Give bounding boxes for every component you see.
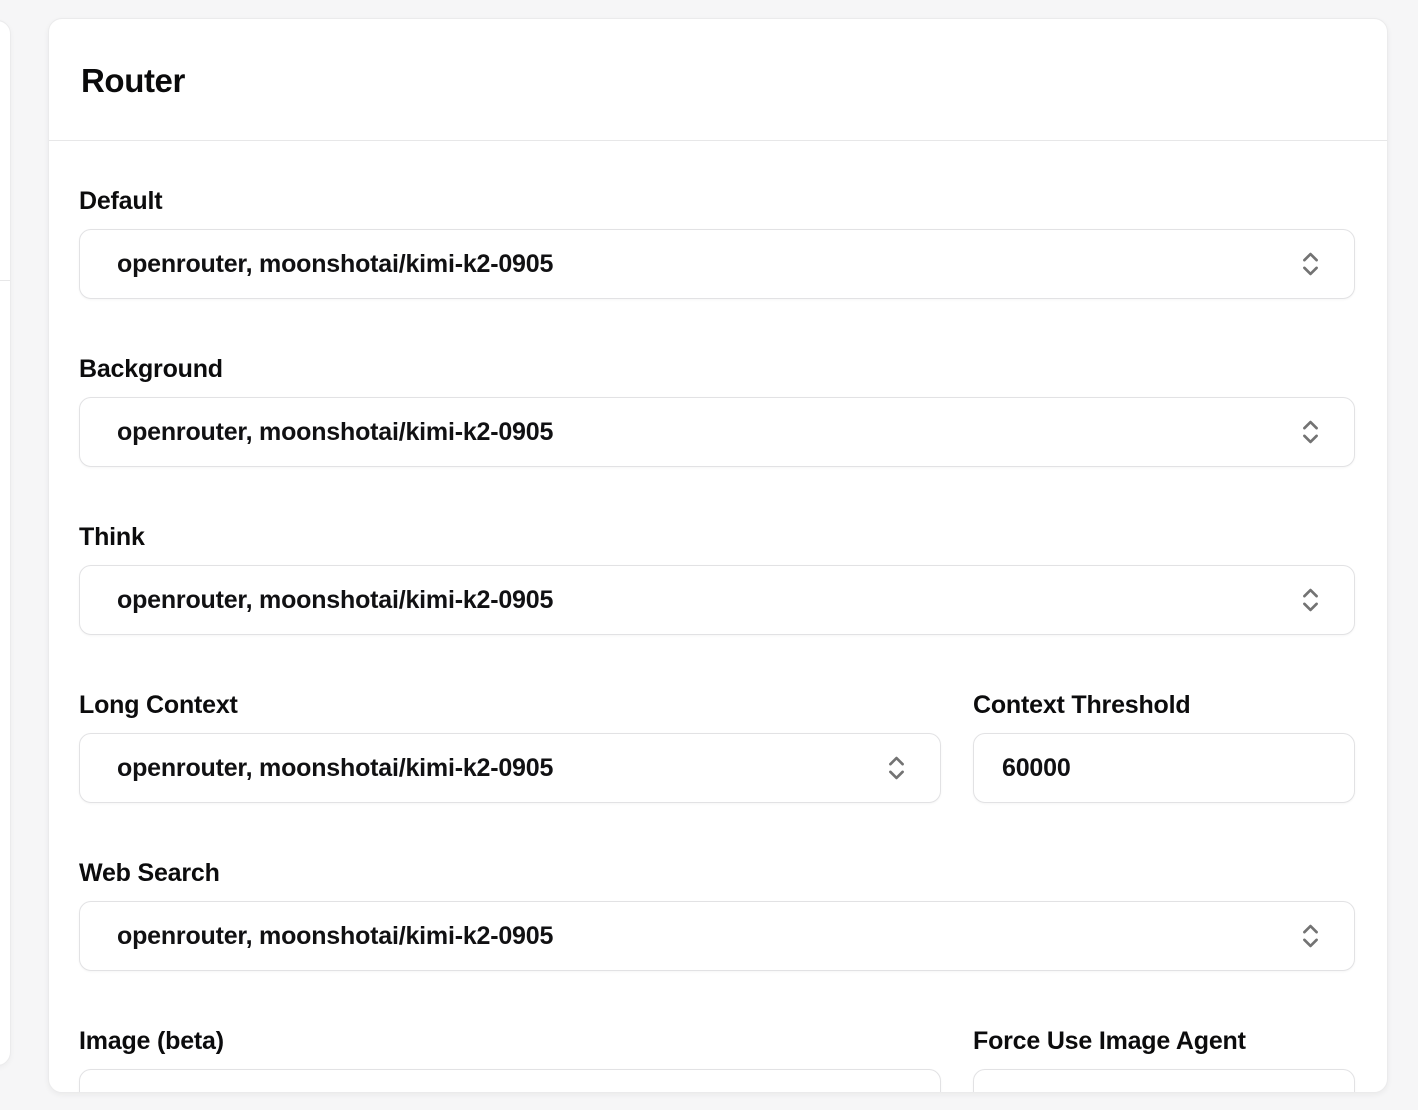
chevrons-up-down-icon bbox=[883, 1089, 910, 1093]
field-label-long-context: Long Context bbox=[79, 691, 238, 719]
page-title: Router bbox=[81, 62, 185, 99]
field-long-context: Long Context openrouter, moonshotai/kimi… bbox=[79, 691, 941, 803]
web-search-model-select[interactable]: openrouter, moonshotai/kimi-k2-0905 bbox=[79, 901, 1355, 971]
field-think: Think openrouter, moonshotai/kimi-k2-090… bbox=[79, 523, 1355, 635]
default-model-select-value: openrouter, moonshotai/kimi-k2-0905 bbox=[117, 249, 554, 278]
adjacent-panel-edge bbox=[0, 20, 11, 1066]
long-context-model-select[interactable]: openrouter, moonshotai/kimi-k2-0905 bbox=[79, 733, 941, 803]
card-header: Router bbox=[49, 19, 1387, 99]
background-model-select[interactable]: openrouter, moonshotai/kimi-k2-0905 bbox=[79, 397, 1355, 467]
think-model-select[interactable]: openrouter, moonshotai/kimi-k2-0905 bbox=[79, 565, 1355, 635]
web-search-model-select-value: openrouter, moonshotai/kimi-k2-0905 bbox=[117, 921, 554, 950]
field-label-context-threshold: Context Threshold bbox=[973, 691, 1191, 719]
field-default: Default openrouter, moonshotai/kimi-k2-0… bbox=[79, 187, 1355, 299]
long-context-model-select-value: openrouter, moonshotai/kimi-k2-0905 bbox=[117, 753, 554, 782]
chevrons-up-down-icon bbox=[1297, 249, 1324, 280]
chevrons-up-down-icon bbox=[1297, 585, 1324, 616]
chevrons-up-down-icon bbox=[1297, 417, 1324, 448]
field-context-threshold: Context Threshold bbox=[973, 691, 1355, 803]
field-label-web-search: Web Search bbox=[79, 859, 220, 887]
router-settings-card: Router Default openrouter, moonshotai/ki… bbox=[48, 18, 1388, 1093]
chevrons-up-down-icon bbox=[1297, 921, 1324, 952]
force-image-agent-input[interactable] bbox=[973, 1069, 1355, 1092]
field-label-force-image-agent: Force Use Image Agent bbox=[973, 1027, 1246, 1055]
field-web-search: Web Search openrouter, moonshotai/kimi-k… bbox=[79, 859, 1355, 971]
adjacent-panel-divider bbox=[0, 280, 10, 281]
context-threshold-input[interactable] bbox=[973, 733, 1355, 803]
chevrons-up-down-icon bbox=[883, 753, 910, 784]
field-label-default: Default bbox=[79, 187, 163, 215]
field-label-background: Background bbox=[79, 355, 223, 383]
background-model-select-value: openrouter, moonshotai/kimi-k2-0905 bbox=[117, 417, 554, 446]
card-body: Default openrouter, moonshotai/kimi-k2-0… bbox=[49, 141, 1387, 1093]
field-label-think: Think bbox=[79, 523, 145, 551]
field-row-long-context: Long Context openrouter, moonshotai/kimi… bbox=[79, 691, 1355, 803]
field-row-image: Image (beta) Force Use Image Agent bbox=[79, 1027, 1355, 1093]
image-model-select[interactable] bbox=[79, 1069, 941, 1093]
field-label-image-beta: Image (beta) bbox=[79, 1027, 224, 1055]
field-force-image-agent: Force Use Image Agent bbox=[973, 1027, 1355, 1092]
default-model-select[interactable]: openrouter, moonshotai/kimi-k2-0905 bbox=[79, 229, 1355, 299]
field-background: Background openrouter, moonshotai/kimi-k… bbox=[79, 355, 1355, 467]
field-image-beta: Image (beta) bbox=[79, 1027, 941, 1093]
think-model-select-value: openrouter, moonshotai/kimi-k2-0905 bbox=[117, 585, 554, 614]
